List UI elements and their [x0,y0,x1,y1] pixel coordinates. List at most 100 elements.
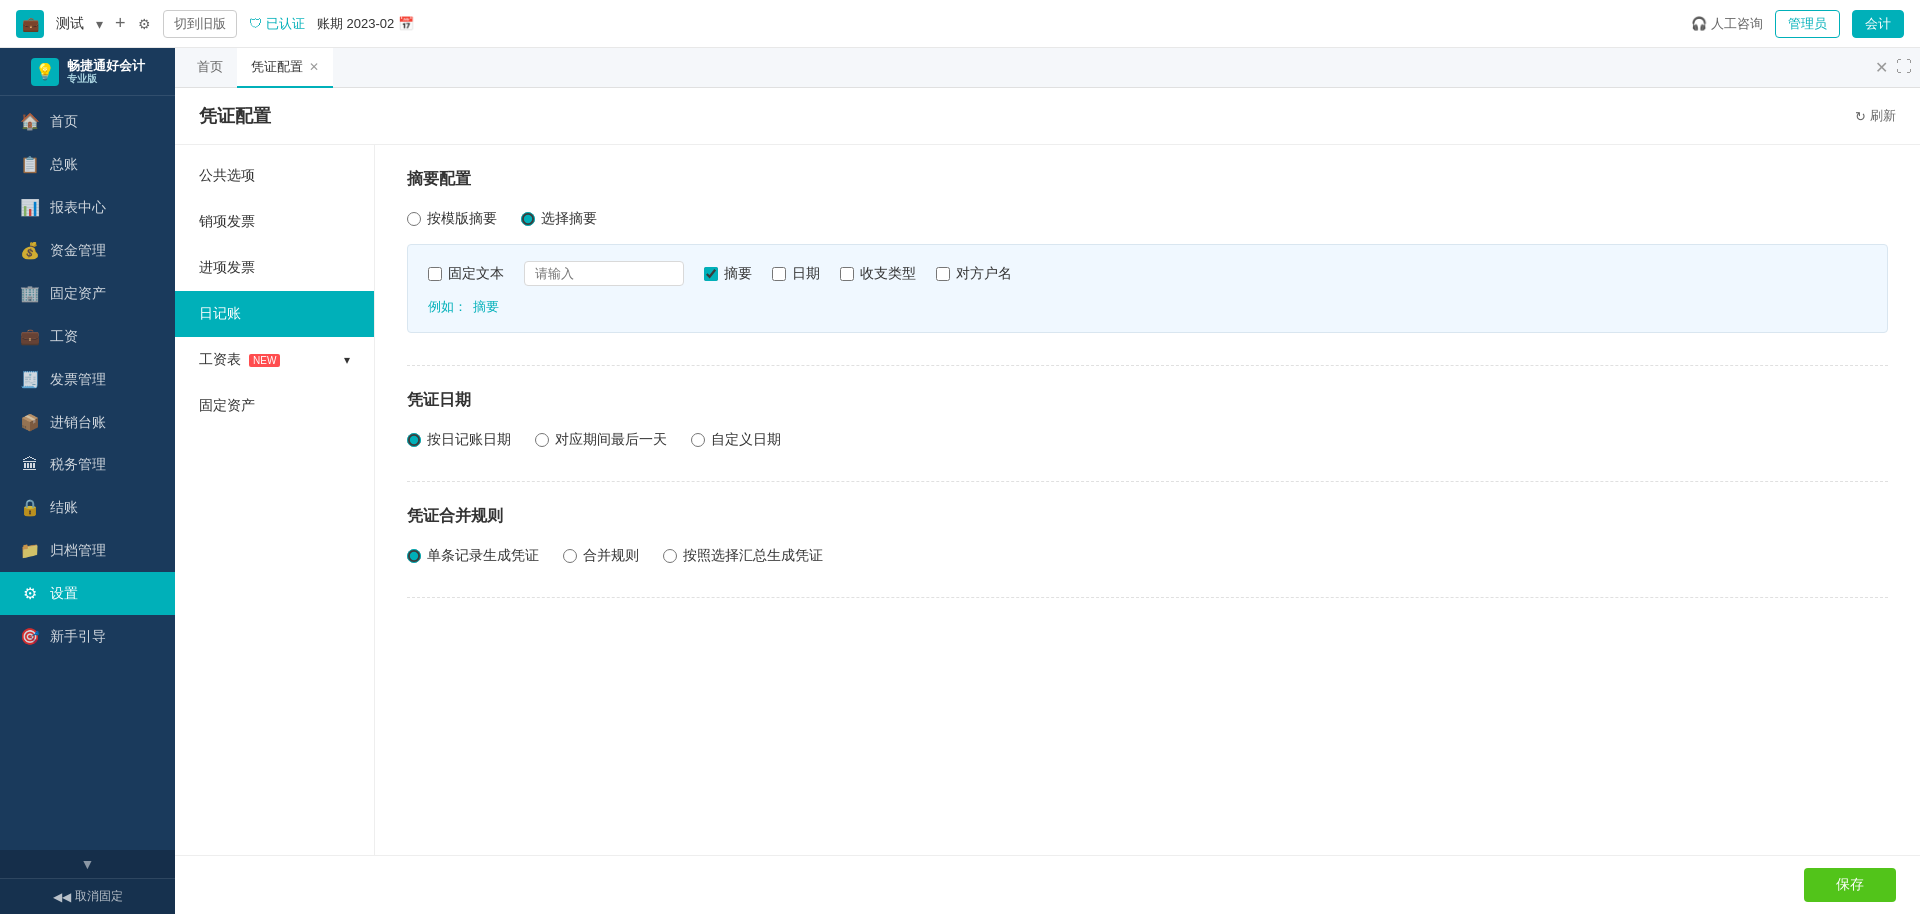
nav-fixed-assets[interactable]: 固定资产 [175,383,374,429]
pay-type-checkbox[interactable] [840,267,854,281]
tab-home[interactable]: 首页 [183,48,237,88]
merge-rule-radio[interactable] [563,549,577,563]
shield-icon: 🛡 [249,16,262,31]
sidebar-item-report[interactable]: 📊 报表中心 [0,186,175,229]
expand-icon[interactable]: ⛶ [1896,58,1912,77]
merge-single-option[interactable]: 单条记录生成凭证 [407,547,539,565]
date-checkbox[interactable] [772,267,786,281]
sidebar-item-wage[interactable]: 💼 工资 [0,315,175,358]
sidebar-item-ledger[interactable]: 📋 总账 [0,143,175,186]
invoice-icon: 🧾 [20,370,40,389]
sidebar-item-settings[interactable]: ⚙ 设置 [0,572,175,615]
nav-journal[interactable]: 日记账 [175,291,374,337]
sidebar-item-closing[interactable]: 🔒 结账 [0,486,175,529]
save-button[interactable]: 保存 [1804,868,1896,902]
sidebar-label-wage: 工资 [50,328,78,346]
tab-bar: 首页 凭证配置 ✕ ✕ ⛶ [175,48,1920,88]
sidebar: 💡 畅捷通好会计 专业版 🏠 首页 📋 总账 📊 报表中心 💰 资金管理 [0,48,175,914]
summary-options-box: 固定文本 摘要 日期 [407,244,1888,333]
tab-bar-actions: ✕ ⛶ [1875,58,1912,77]
merge-section: 凭证合并规则 单条记录生成凭证 合并规则 [407,506,1888,565]
abstract-option[interactable]: 摘要 [704,265,752,283]
date-title: 凭证日期 [407,390,1888,411]
closing-icon: 🔒 [20,498,40,517]
divider-2 [407,481,1888,482]
abstract-checkbox[interactable] [704,267,718,281]
config-layout: 公共选项 销项发票 进项发票 日记账 工资表 NEW ▾ [175,145,1920,855]
admin-button[interactable]: 管理员 [1775,10,1840,38]
counterpart-checkbox[interactable] [936,267,950,281]
sidebar-label-trade: 进销台账 [50,414,106,432]
sidebar-item-home[interactable]: 🏠 首页 [0,100,175,143]
tax-icon: 🏛 [20,456,40,474]
home-icon: 🏠 [20,112,40,131]
logo-mark: 💡 [31,58,59,86]
fixed-text-option[interactable]: 固定文本 [428,265,504,283]
add-button[interactable]: + [115,13,126,34]
fixed-text-input[interactable] [524,261,684,286]
page-header: 凭证配置 ↻ 刷新 [175,88,1920,145]
settings-icon[interactable]: ⚙ [138,16,151,32]
nav-public[interactable]: 公共选项 [175,153,374,199]
refresh-btn[interactable]: ↻ 刷新 [1855,107,1896,125]
sidebar-item-archive[interactable]: 📁 归档管理 [0,529,175,572]
tab-config[interactable]: 凭证配置 ✕ [237,48,333,88]
sidebar-item-tax[interactable]: 🏛 税务管理 [0,444,175,486]
date-period-last-radio[interactable] [535,433,549,447]
nav-purchase[interactable]: 进项发票 [175,245,374,291]
divider-1 [407,365,1888,366]
fixed-text-checkbox[interactable] [428,267,442,281]
archive-icon: 📁 [20,541,40,560]
merge-rule-option[interactable]: 合并规则 [563,547,639,565]
summary-template-radio[interactable] [407,212,421,226]
merge-select-option[interactable]: 按照选择汇总生成凭证 [663,547,823,565]
sidebar-label-report: 报表中心 [50,199,106,217]
scroll-down-btn[interactable]: ▼ [0,850,175,878]
sidebar-label-invoice: 发票管理 [50,371,106,389]
summary-select-option[interactable]: 选择摘要 [521,210,597,228]
nav-payroll[interactable]: 工资表 NEW ▾ [175,337,374,383]
merge-select-radio[interactable] [663,549,677,563]
sidebar-item-fund[interactable]: 💰 资金管理 [0,229,175,272]
summary-sub-options: 固定文本 摘要 日期 [428,261,1867,286]
summary-template-option[interactable]: 按模版摘要 [407,210,497,228]
date-journal-option[interactable]: 按日记账日期 [407,431,511,449]
cancel-fixed-btn[interactable]: ◀◀ 取消固定 [0,878,175,914]
sidebar-item-guide[interactable]: 🎯 新手引导 [0,615,175,658]
date-option[interactable]: 日期 [772,265,820,283]
date-journal-radio[interactable] [407,433,421,447]
sidebar-label-tax: 税务管理 [50,456,106,474]
tab-close-icon[interactable]: ✕ [309,60,319,74]
switch-old-btn[interactable]: 切到旧版 [163,10,237,38]
sidebar-item-invoice[interactable]: 🧾 发票管理 [0,358,175,401]
page-title: 凭证配置 [199,104,271,128]
summary-select-radio[interactable] [521,212,535,226]
config-right: 摘要配置 按模版摘要 选择摘要 [375,145,1920,855]
accountant-button[interactable]: 会计 [1852,10,1904,38]
tab-config-label: 凭证配置 [251,58,303,76]
sidebar-item-trade[interactable]: 📦 进销台账 [0,401,175,444]
sidebar-label-home: 首页 [50,113,78,131]
calendar-icon[interactable]: 📅 [398,16,414,31]
sidebar-label-closing: 结账 [50,499,78,517]
date-period-last-option[interactable]: 对应期间最后一天 [535,431,667,449]
period-info: 账期 2023-02 📅 [317,15,415,33]
sidebar-item-assets[interactable]: 🏢 固定资产 [0,272,175,315]
pay-type-option[interactable]: 收支类型 [840,265,916,283]
nav-sales[interactable]: 销项发票 [175,199,374,245]
close-window-icon[interactable]: ✕ [1875,58,1888,77]
company-name: 测试 [56,15,84,33]
merge-single-radio[interactable] [407,549,421,563]
counterpart-option[interactable]: 对方户名 [936,265,1012,283]
top-header: 💼 测试 ▾ + ⚙ 切到旧版 🛡 已认证 账期 2023-02 📅 🎧 人工咨… [0,0,1920,48]
date-custom-radio[interactable] [691,433,705,447]
certified-badge: 🛡 已认证 [249,15,305,33]
consult-btn[interactable]: 🎧 人工咨询 [1691,15,1763,33]
sidebar-label-settings: 设置 [50,585,78,603]
merge-radio-group: 单条记录生成凭证 合并规则 按照选择汇总生成凭证 [407,547,1888,565]
date-custom-option[interactable]: 自定义日期 [691,431,781,449]
expand-icon-payroll[interactable]: ▾ [344,353,350,367]
page-content: 凭证配置 ↻ 刷新 公共选项 销项发票 进项发票 [175,88,1920,914]
footer-bar: 保存 [175,855,1920,914]
dropdown-icon[interactable]: ▾ [96,16,103,32]
